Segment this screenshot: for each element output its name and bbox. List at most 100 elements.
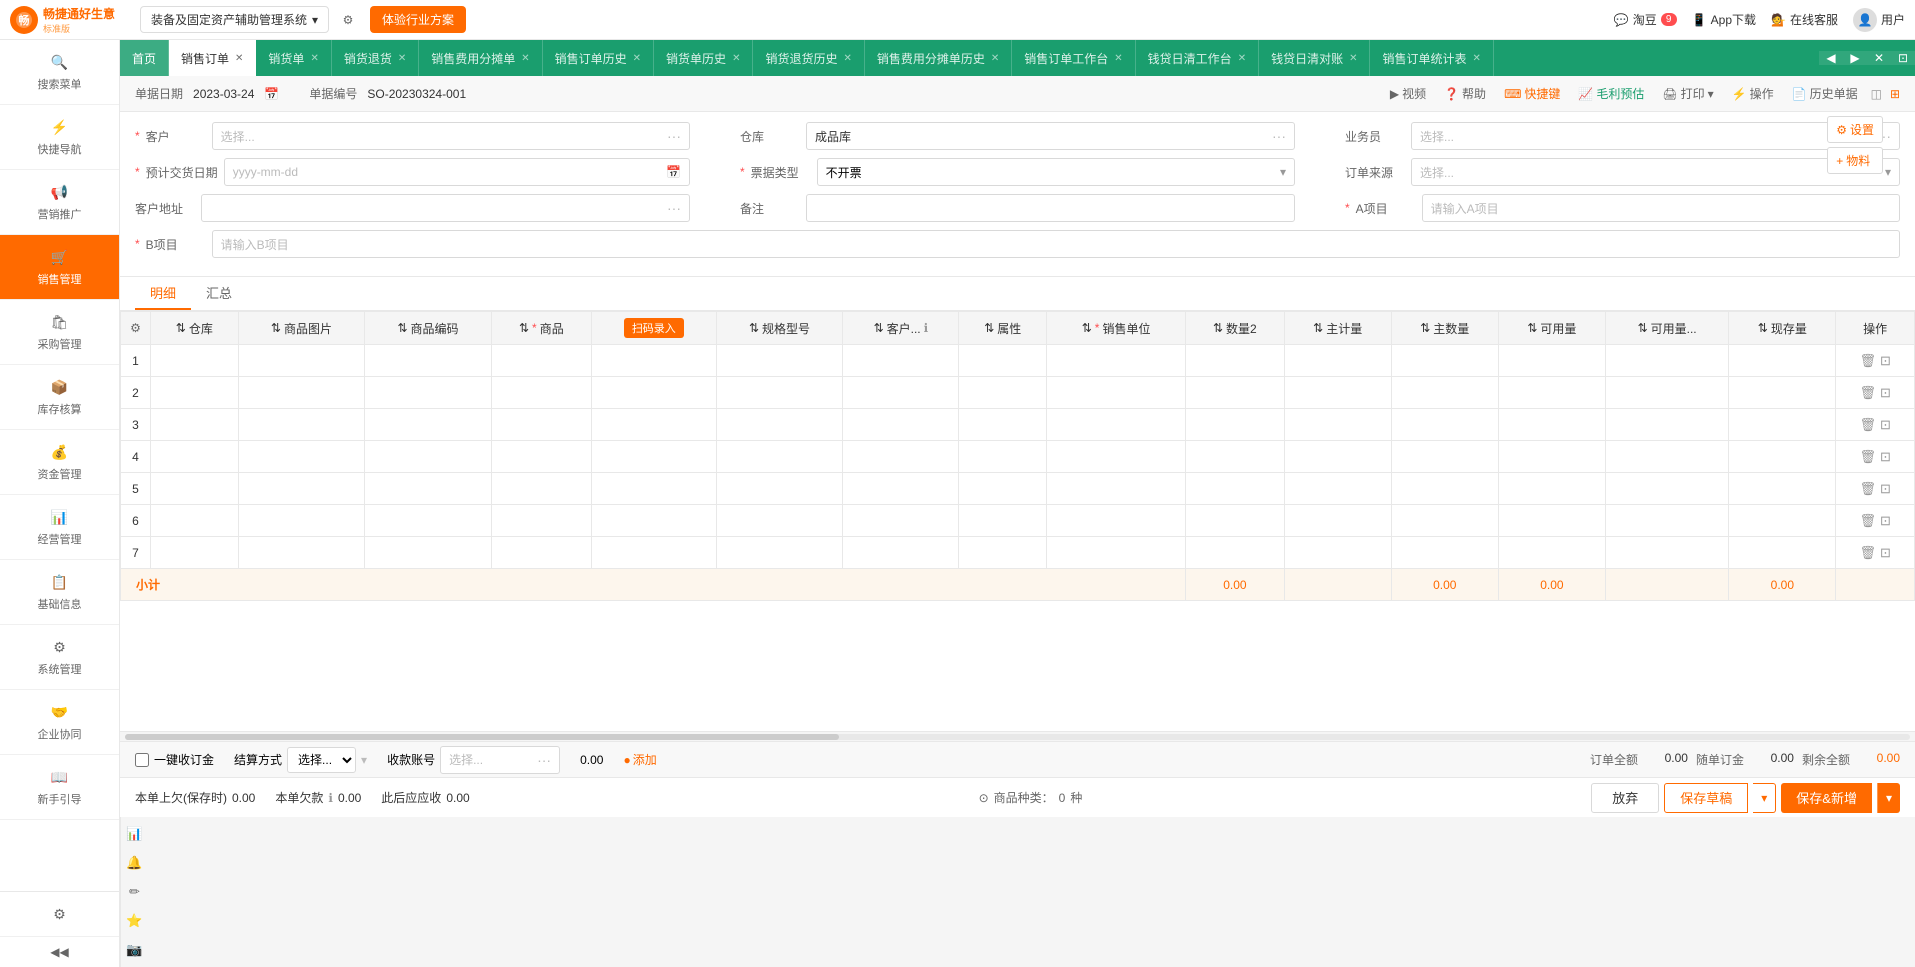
row-3-attr[interactable] [959,409,1047,441]
row-7-image[interactable] [238,537,365,569]
row-3-unit[interactable] [1047,409,1186,441]
system-selector[interactable]: 装备及固定资产辅助管理系统 ▾ [140,6,329,33]
tab-expense-split[interactable]: 销售费用分摊单 ✕ [419,40,542,76]
row-1-code[interactable] [365,345,492,377]
row-3-code[interactable] [365,409,492,441]
sidebar-settings[interactable]: ⚙ [0,892,119,937]
sidebar-item-marketing[interactable]: 📢 营销推广 [0,170,119,235]
row-4-delete-icon[interactable]: 🗑 [1859,449,1876,465]
delivery-input[interactable]: yyyy-mm-dd 📅 [224,158,690,186]
sidebar-item-search[interactable]: 🔍 搜索菜单 [0,40,119,105]
profit-btn[interactable]: 📈 毛利预估 [1573,83,1649,104]
tab-expand-btn[interactable]: ⊡ [1891,51,1915,65]
tab-sales-invoice[interactable]: 销货单 ✕ [256,40,331,76]
row-1-warehouse[interactable] [151,345,239,377]
row-2-mainunit[interactable] [1284,377,1391,409]
row-3-stock[interactable] [1729,409,1836,441]
row-7-delete-icon[interactable]: 🗑 [1859,545,1876,561]
row-7-mainunit[interactable] [1284,537,1391,569]
row-3-avail2[interactable] [1605,409,1728,441]
row-4-code[interactable] [365,441,492,473]
tab-loan-reconcile[interactable]: 钱贷日清对账 ✕ [1259,40,1370,76]
tab-order-history[interactable]: 销售订单历史 ✕ [543,40,654,76]
row-3-avail1[interactable] [1498,409,1605,441]
quick-settle-checkbox[interactable] [135,753,149,767]
sort-mainqty-icon[interactable]: ⇅ [1420,321,1430,335]
row-7-avail1[interactable] [1498,537,1605,569]
online-service-item[interactable]: 💁 在线客服 [1771,11,1838,28]
toolbar-grid-icon[interactable]: ⊞ [1890,87,1900,101]
row-2-copy-icon[interactable]: ⊡ [1880,385,1891,401]
info-custcode-icon[interactable]: ℹ [924,321,929,335]
row-6-custcode[interactable] [843,505,959,537]
sidebar-item-purchase[interactable]: 🛍 采购管理 [0,300,119,365]
tab-close-expense-split[interactable]: ✕ [521,53,529,64]
user-item[interactable]: 👤 用户 [1853,8,1905,32]
sort-qty2-icon[interactable]: ⇅ [1213,321,1223,335]
row-3-copy-icon[interactable]: ⊡ [1880,417,1891,433]
row-5-image[interactable] [238,473,365,505]
tab-close-loan-daily[interactable]: ✕ [1238,53,1246,64]
row-5-code[interactable] [365,473,492,505]
row-6-attr[interactable] [959,505,1047,537]
row-2-qty2[interactable] [1186,377,1284,409]
row-2-warehouse[interactable] [151,377,239,409]
print-btn[interactable]: 🖨 打印 ▾ [1657,83,1718,104]
customer-input[interactable]: 选择... ··· [212,122,690,150]
operate-btn[interactable]: ⚡ 操作 [1727,83,1779,104]
panel-star-icon[interactable]: ⭐ [123,909,147,933]
row-5-attr[interactable] [959,473,1047,505]
row-7-copy-icon[interactable]: ⊡ [1880,545,1891,561]
row-6-copy-icon[interactable]: ⊡ [1880,513,1891,529]
row-7-mainqty[interactable] [1391,537,1498,569]
tab-menu-btn[interactable]: ✕ [1867,51,1891,65]
history-btn[interactable]: 📄 历史单据 [1787,83,1863,104]
row-3-mainqty[interactable] [1391,409,1498,441]
row-7-stock[interactable] [1729,537,1836,569]
industry-button[interactable]: 体验行业方案 [370,6,466,33]
row-6-image[interactable] [238,505,365,537]
row-4-mainqty[interactable] [1391,441,1498,473]
row-7-custcode[interactable] [843,537,959,569]
tab-summary[interactable]: 汇总 [191,277,247,310]
tab-close-sales-return[interactable]: ✕ [398,53,406,64]
tab-prev-btn[interactable]: ◀ [1819,51,1843,65]
panel-bell-icon[interactable]: 🔔 [123,851,147,875]
row-2-spec[interactable] [716,377,843,409]
sort-warehouse-icon[interactable]: ⇅ [176,321,186,335]
row-7-name[interactable] [491,537,591,569]
row-1-image[interactable] [238,345,365,377]
row-7-avail2[interactable] [1605,537,1728,569]
row-6-name[interactable] [491,505,591,537]
sort-name-icon[interactable]: ⇅ [519,321,529,335]
row-4-image[interactable] [238,441,365,473]
a-project-input[interactable]: 请输入A项目 [1422,194,1900,222]
row-4-stock[interactable] [1729,441,1836,473]
row-1-avail2[interactable] [1605,345,1728,377]
row-1-copy-icon[interactable]: ⊡ [1880,353,1891,369]
row-6-qty2[interactable] [1186,505,1284,537]
sidebar-item-operations[interactable]: 📊 经营管理 [0,495,119,560]
row-3-spec[interactable] [716,409,843,441]
scan-button[interactable]: 扫码录入 [624,318,684,338]
tab-close-sales-order[interactable]: ✕ [235,53,243,64]
panel-edit-icon[interactable]: ✏ [123,880,147,904]
account-input[interactable]: 选择... ··· [440,746,560,774]
row-2-custcode[interactable] [843,377,959,409]
row-7-attr[interactable] [959,537,1047,569]
row-5-mainqty[interactable] [1391,473,1498,505]
tab-close-return-history[interactable]: ✕ [843,53,851,64]
row-2-attr[interactable] [959,377,1047,409]
app-download-item[interactable]: 📱 App下载 [1692,11,1756,28]
row-5-avail2[interactable] [1605,473,1728,505]
row-5-copy-icon[interactable]: ⊡ [1880,481,1891,497]
row-1-attr[interactable] [959,345,1047,377]
row-5-spec[interactable] [716,473,843,505]
sidebar-item-guide[interactable]: 📖 新手引导 [0,755,119,820]
row-6-delete-icon[interactable]: 🗑 [1859,513,1876,529]
add-row-btn[interactable]: ● 添加 [623,751,656,768]
sort-mainunit-icon[interactable]: ⇅ [1313,321,1323,335]
b-project-input[interactable]: 请输入B项目 [212,230,1900,258]
panel-camera-icon[interactable]: 📷 [123,938,147,962]
sidebar-item-basic[interactable]: 📋 基础信息 [0,560,119,625]
